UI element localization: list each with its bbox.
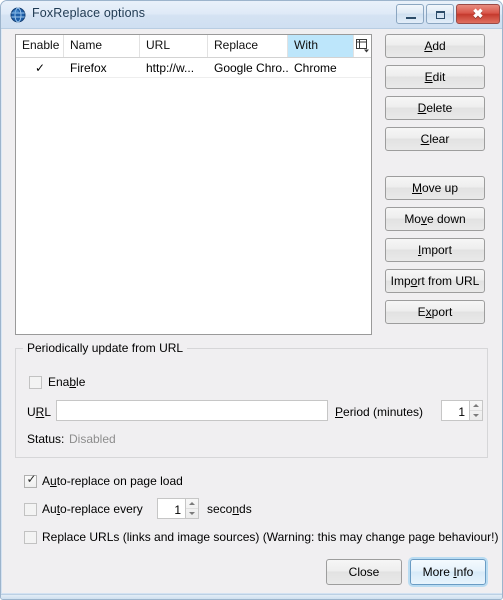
replace-urls-label: Replace URLs (links and image sources) (… [42,530,499,544]
more-info-button[interactable]: More Info [410,559,486,585]
checkbox-box [29,376,42,389]
restore-button[interactable] [426,4,454,24]
cell-name: Firefox [70,60,107,75]
close-icon: ✖ [472,6,484,21]
interval-spin-buttons[interactable] [185,498,199,519]
cell-with: Chrome [294,60,337,75]
minimize-button[interactable] [396,4,424,24]
column-picker-icon [356,39,370,56]
options-window: FoxReplace options ✖ Enable Name URL Rep… [0,0,503,600]
checkbox-box [24,503,37,516]
period-input[interactable] [441,400,469,421]
status-label: Status: [27,432,65,446]
periodic-url-input[interactable] [56,400,328,421]
auto-replace-interval-spinner[interactable] [157,498,199,519]
window-title: FoxReplace options [32,6,146,20]
column-header-replace[interactable]: Replace [208,35,288,57]
restore-icon [436,11,445,19]
spinner-up-icon[interactable] [186,499,198,509]
delete-button[interactable]: Delete [385,96,485,120]
import-from-url-button[interactable]: Import from URL [385,269,485,293]
table-row[interactable]: ✓ Firefox http://w... Google Chro... Chr… [16,58,371,78]
cell-enable[interactable]: ✓ [16,61,64,75]
cell-replace: Google Chro... [214,60,288,75]
import-button[interactable]: Import [385,238,485,262]
periodic-enable-checkbox[interactable] [29,376,42,392]
clear-button[interactable]: Clear [385,127,485,151]
spinner-up-icon[interactable] [470,401,482,411]
periodic-update-group-title: Periodically update from URL [23,341,188,355]
list-header-row: Enable Name URL Replace With [16,35,371,58]
periodic-enable-label: Enable [48,375,86,389]
checkbox-box [24,531,37,544]
add-button[interactable]: Add [385,34,485,58]
period-spin-buttons[interactable] [469,400,483,421]
window-bottom-edge [1,594,502,599]
title-bar: FoxReplace options ✖ [1,1,502,29]
spinner-down-icon[interactable] [186,509,198,518]
window-controls: ✖ [396,4,500,24]
replace-urls-checkbox[interactable] [24,531,37,547]
period-minutes-label: Period (minutes) [335,405,424,419]
dialog-content: Enable Name URL Replace With ✓ Firefox h… [2,29,502,593]
auto-replace-on-page-load-label: Auto-replace on page load [42,474,183,488]
move-down-button[interactable]: Move down [385,207,485,231]
auto-replace-every-checkbox[interactable] [24,503,37,519]
periodic-url-label: URL [27,405,52,419]
close-button[interactable]: ✖ [456,4,500,24]
auto-replace-every-label: Auto-replace every [42,502,143,516]
spinner-down-icon[interactable] [470,411,482,420]
minimize-icon [406,17,416,19]
edit-button[interactable]: Edit [385,65,485,89]
column-header-with[interactable]: With [288,35,354,57]
checkbox-box [24,472,38,488]
column-header-name[interactable]: Name [64,35,140,57]
column-header-enable[interactable]: Enable [16,35,64,57]
auto-replace-on-page-load-checkbox[interactable] [24,472,38,491]
close-dialog-button[interactable]: Close [326,559,402,585]
cell-url: http://w... [146,60,195,75]
auto-replace-interval-input[interactable] [157,498,185,519]
column-picker-button[interactable] [354,35,371,57]
column-header-url[interactable]: URL [140,35,208,57]
period-spinner[interactable] [441,400,483,421]
move-up-button[interactable]: Move up [385,176,485,200]
status-value: Disabled [69,432,116,446]
substitution-list[interactable]: Enable Name URL Replace With ✓ Firefox h… [15,34,372,335]
seconds-label: seconds [207,502,252,516]
export-button[interactable]: Export [385,300,485,324]
globe-icon [10,7,26,23]
